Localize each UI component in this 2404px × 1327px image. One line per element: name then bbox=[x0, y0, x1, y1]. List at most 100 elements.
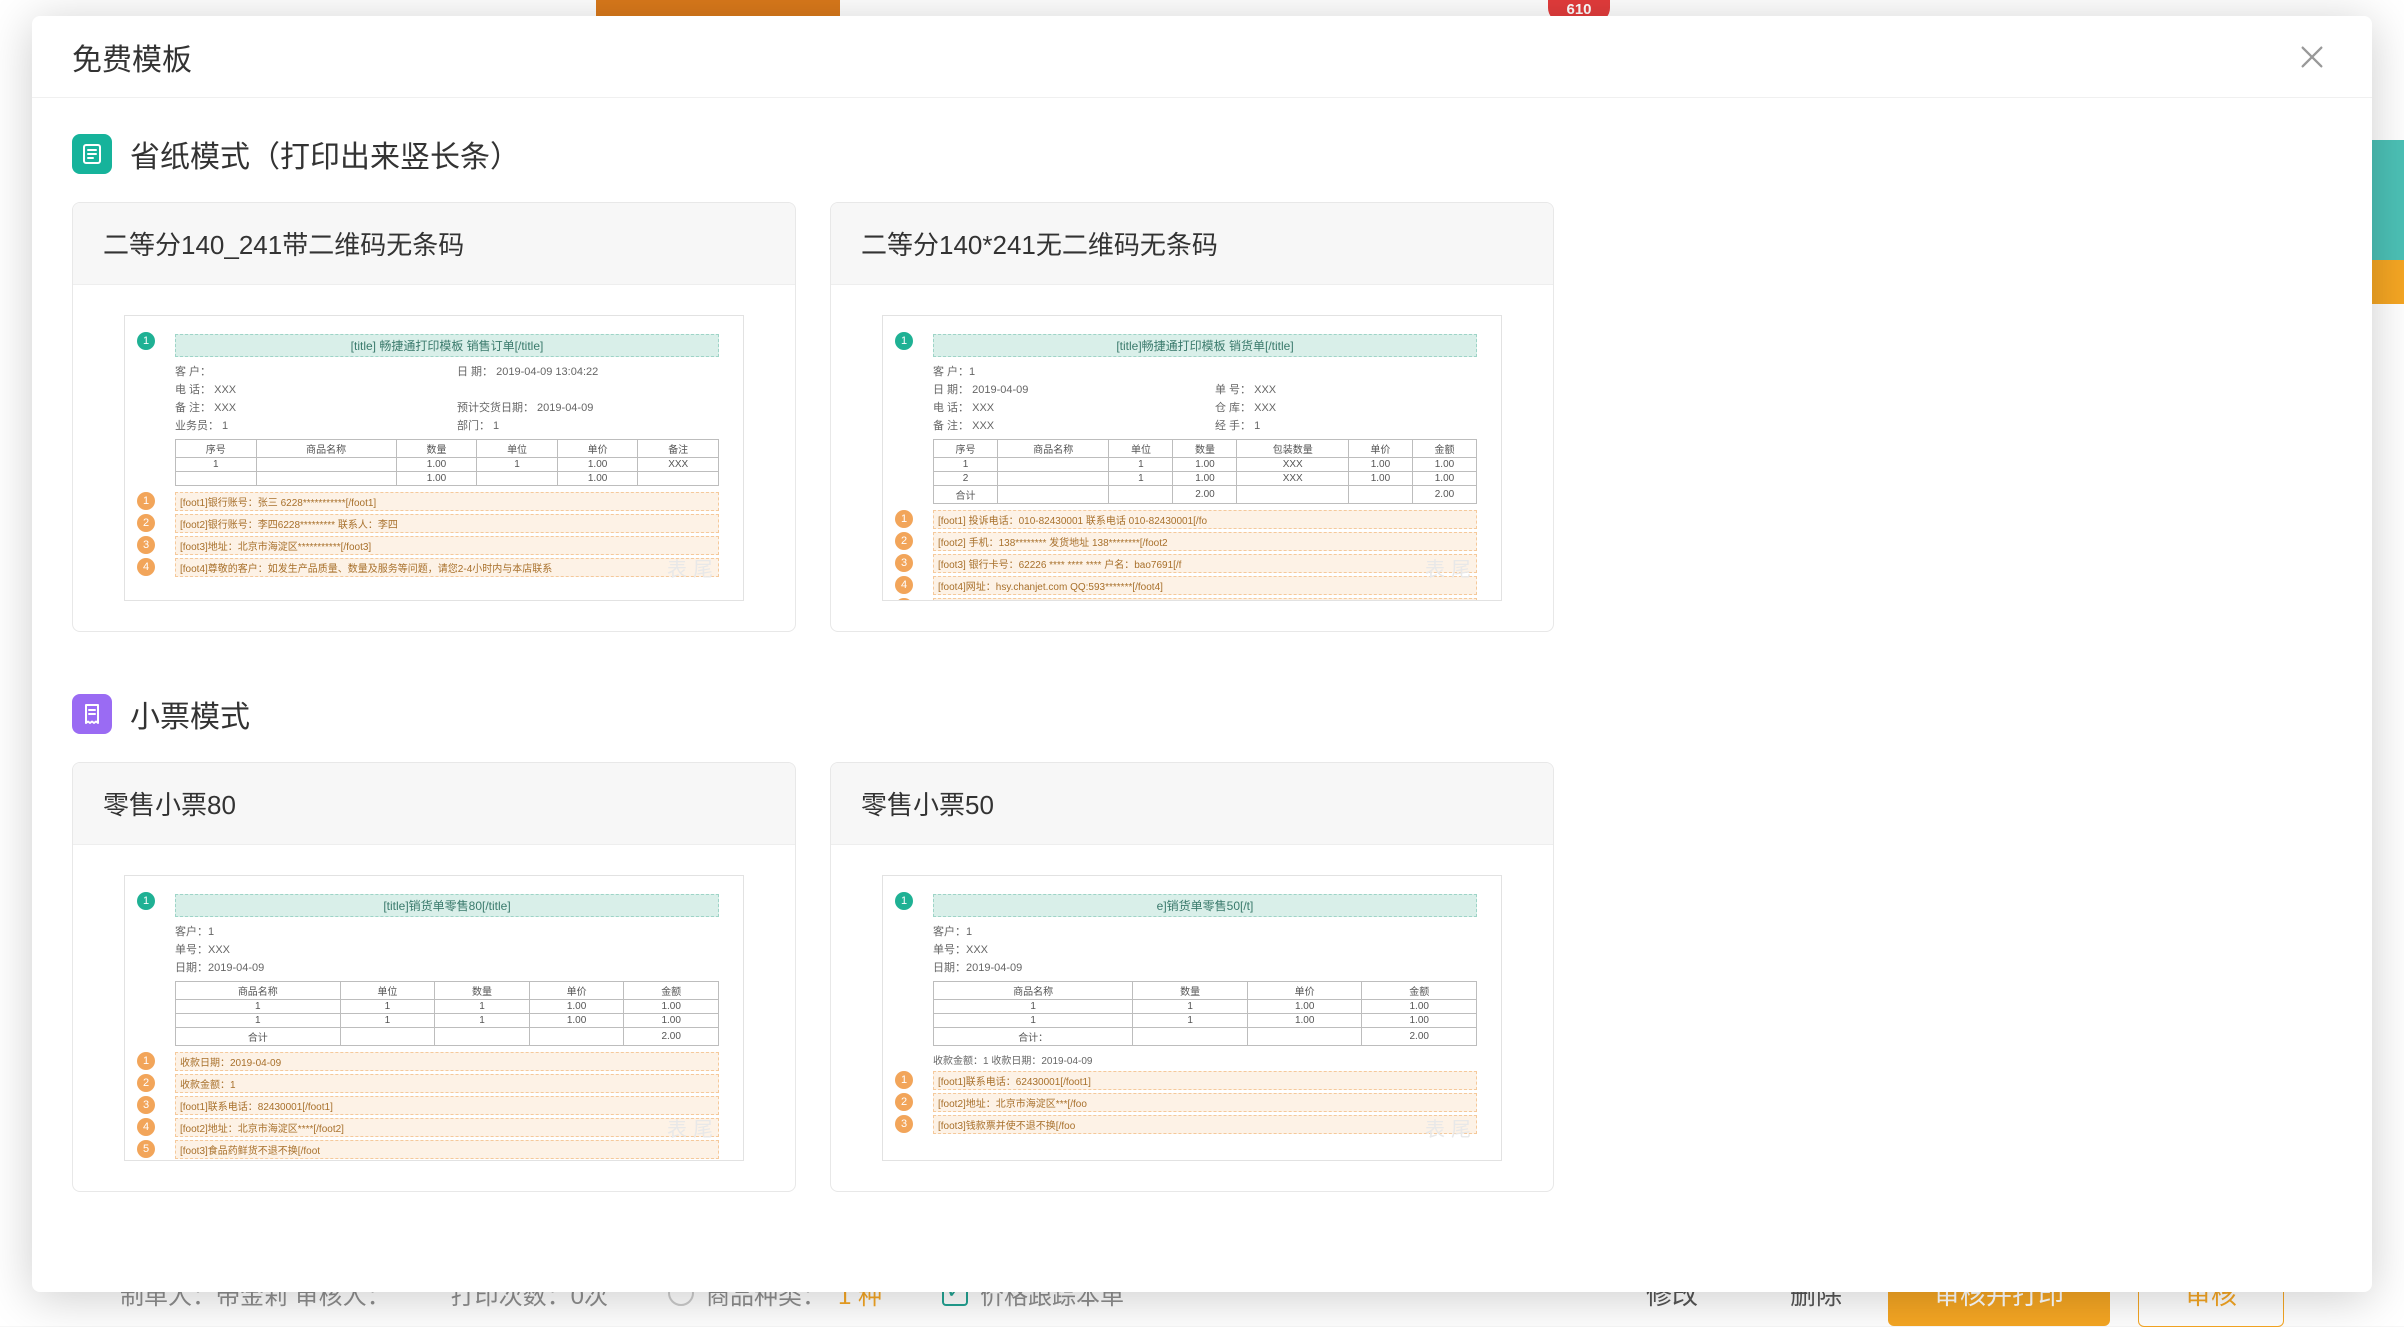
preview-table-cell: 1.00 bbox=[1173, 472, 1237, 486]
preview-table-header: 备注 bbox=[638, 440, 719, 458]
preview-table-row: 111.00XXX1.001.00 bbox=[934, 458, 1477, 472]
preview-badge-icon: 5 bbox=[895, 598, 913, 601]
preview-meta-cell bbox=[457, 941, 719, 957]
preview-table-header: 数量 bbox=[396, 440, 477, 458]
preview-meta-cell: 客户：1 bbox=[175, 923, 437, 939]
preview-meta-cell: 仓 库： XXX bbox=[1215, 399, 1477, 415]
preview-badge-icon: 1 bbox=[137, 332, 155, 350]
preview-table-row: 1.001.00 bbox=[176, 472, 719, 486]
preview-table-cell bbox=[1109, 486, 1173, 504]
preview-meta-cell: 客 户： bbox=[175, 363, 437, 379]
preview-meta: 客户：1单号：XXX日期：2019-04-09 bbox=[933, 923, 1477, 975]
preview-table-cell: 合计： bbox=[934, 1028, 1133, 1046]
preview-table-cell bbox=[1247, 1028, 1362, 1046]
preview-footer-line: [foot4]网址：hsy.chanjet.com QQ:593*******[… bbox=[933, 576, 1477, 595]
preview-table-cell: 1.00 bbox=[1412, 458, 1476, 472]
modal-body[interactable]: 省纸模式（打印出来竖长条） 二等分140_241带二维码无条码1[title] 畅… bbox=[32, 98, 2372, 1292]
preview-badge-icon: 3 bbox=[137, 536, 155, 554]
preview-meta-cell bbox=[1215, 363, 1477, 379]
preview-meta-cell bbox=[457, 959, 719, 975]
preview-meta-cell: 预计交货日期： 2019-04-09 bbox=[457, 399, 719, 415]
template-card-title: 二等分140*241无二维码无条码 bbox=[831, 203, 1553, 285]
preview-table-row: 1111.001.00 bbox=[176, 1000, 719, 1014]
preview-table-row: 合计： 2.00 bbox=[934, 1028, 1477, 1046]
preview-table-cell: 1.00 bbox=[1247, 1014, 1362, 1028]
preview-table-cell: 1 bbox=[934, 1014, 1133, 1028]
preview-footer-line: [foot2]地址：北京市海淀区***[/foo bbox=[933, 1093, 1477, 1112]
template-card-grid: 二等分140_241带二维码无条码1[title] 畅捷通打印模板 销售订单[/… bbox=[72, 202, 2332, 632]
preview-footer-line: [foot1]银行账号：张三 6228***********[/foot1] bbox=[175, 492, 719, 511]
preview-meta-cell: 经 手： 1 bbox=[1215, 417, 1477, 433]
preview-badge-icon: 1 bbox=[137, 1052, 155, 1070]
preview-footer-line: [foot3]食品药鲜货不退不换[/foot bbox=[175, 1140, 719, 1159]
preview-table-cell bbox=[998, 472, 1109, 486]
preview-table-cell: 1.00 bbox=[1247, 1000, 1362, 1014]
preview-badge-icon: 3 bbox=[137, 1096, 155, 1114]
preview-table-header: 商品名称 bbox=[998, 440, 1109, 458]
preview-table-cell bbox=[1348, 486, 1412, 504]
preview-table-cell: 1.00 bbox=[557, 458, 638, 472]
preview-watermark: 表尾 bbox=[667, 1113, 719, 1142]
preview-table-header: 商品名称 bbox=[934, 982, 1133, 1000]
preview-table-row: 合计2.00 bbox=[176, 1028, 719, 1046]
preview-footer-line: [foot4]尊敬的客户：如发生产品质量、数量及服务等问题，请您2-4小时内与本… bbox=[175, 558, 719, 577]
preview-table-header: 单价 bbox=[1348, 440, 1412, 458]
preview-table-cell: 合计 bbox=[176, 1028, 341, 1046]
preview-table-row: 11.0011.00XXX bbox=[176, 458, 719, 472]
preview-table-row: 合计2.002.00 bbox=[934, 486, 1477, 504]
preview-extra-line: 收款金额：1 收款日期：2019-04-09 bbox=[933, 1052, 1477, 1067]
preview-table-cell: 1 bbox=[340, 1000, 435, 1014]
preview-meta-cell: 备 注： XXX bbox=[175, 399, 437, 415]
preview-table-header: 商品名称 bbox=[176, 982, 341, 1000]
template-card[interactable]: 二等分140_241带二维码无条码1[title] 畅捷通打印模板 销售订单[/… bbox=[72, 202, 796, 632]
preview-footer-line: [foot2]地址：北京市海淀区****[/foot2] bbox=[175, 1118, 719, 1137]
preview-meta: 客 户：1日 期： 2019-04-09单 号： XXX电 话： XXX仓 库：… bbox=[933, 363, 1477, 433]
preview-table-cell bbox=[998, 458, 1109, 472]
preview-table-cell: 2.00 bbox=[1173, 486, 1237, 504]
preview-table-cell bbox=[998, 486, 1109, 504]
preview-table-cell: 1 bbox=[1109, 472, 1173, 486]
preview-meta-cell: 备 注： XXX bbox=[933, 417, 1195, 433]
preview-table-cell: 1 bbox=[1133, 1000, 1248, 1014]
preview-table-cell bbox=[1237, 486, 1348, 504]
template-preview: 1e]销货单零售50[/t]客户：1单号：XXX日期：2019-04-09商品名… bbox=[882, 875, 1502, 1161]
preview-table-cell: 1.00 bbox=[624, 1000, 719, 1014]
preview-meta-cell: 日 期： 2019-04-09 bbox=[933, 381, 1195, 397]
preview-table-cell: 2.00 bbox=[1362, 1028, 1477, 1046]
preview-badge-icon: 4 bbox=[137, 1118, 155, 1136]
preview-table-cell: 1 bbox=[1109, 458, 1173, 472]
preview-meta-cell: 日期：2019-04-09 bbox=[933, 959, 1195, 975]
preview-meta-cell: 日 期： 2019-04-09 13:04:22 bbox=[457, 363, 719, 379]
preview-footer-line: [foot3]地址：北京市海淀区***********[/foot3] bbox=[175, 536, 719, 555]
preview-table-cell: XXX bbox=[1237, 458, 1348, 472]
template-card[interactable]: 二等分140*241无二维码无条码1[title]畅捷通打印模板 销货单[/ti… bbox=[830, 202, 1554, 632]
section-title: 省纸模式（打印出来竖长条） bbox=[130, 132, 520, 176]
preview-title: [title]销货单零售80[/title] bbox=[175, 894, 719, 917]
template-card[interactable]: 零售小票801[title]销货单零售80[/title]客户：1单号：XXX日… bbox=[72, 762, 796, 1192]
preview-table-cell: 1 bbox=[176, 1000, 341, 1014]
preview-table-row: 1111.001.00 bbox=[176, 1014, 719, 1028]
modal-close-button[interactable] bbox=[2292, 37, 2332, 77]
preview-table-cell: 1.00 bbox=[396, 458, 477, 472]
preview-footer-line: [foot3]钱款票并使不退不换[/foo bbox=[933, 1115, 1477, 1134]
preview-watermark: 表尾 bbox=[1425, 1113, 1477, 1142]
preview-meta-cell bbox=[457, 923, 719, 939]
preview-table-header: 单价 bbox=[557, 440, 638, 458]
preview-table-cell: 1 bbox=[340, 1014, 435, 1028]
preview-table-cell bbox=[340, 1028, 435, 1046]
preview-table-header: 单价 bbox=[1247, 982, 1362, 1000]
preview-table-header: 数量 bbox=[1173, 440, 1237, 458]
preview-table-cell: 合计 bbox=[934, 486, 998, 504]
modal-header: 免费模板 bbox=[32, 16, 2372, 98]
modal-title: 免费模板 bbox=[72, 35, 192, 79]
preview-table-cell: 1 bbox=[934, 458, 998, 472]
template-card[interactable]: 零售小票501e]销货单零售50[/t]客户：1单号：XXX日期：2019-04… bbox=[830, 762, 1554, 1192]
close-icon bbox=[2298, 43, 2326, 71]
preview-table-header: 单位 bbox=[340, 982, 435, 1000]
preview-table-cell: 1.00 bbox=[1173, 458, 1237, 472]
preview-table-header: 序号 bbox=[176, 440, 257, 458]
preview-watermark: 表尾 bbox=[1425, 553, 1477, 582]
preview-table-cell: 1.00 bbox=[1412, 472, 1476, 486]
preview-table-header: 金额 bbox=[1362, 982, 1477, 1000]
preview-badge-icon: 4 bbox=[895, 576, 913, 594]
